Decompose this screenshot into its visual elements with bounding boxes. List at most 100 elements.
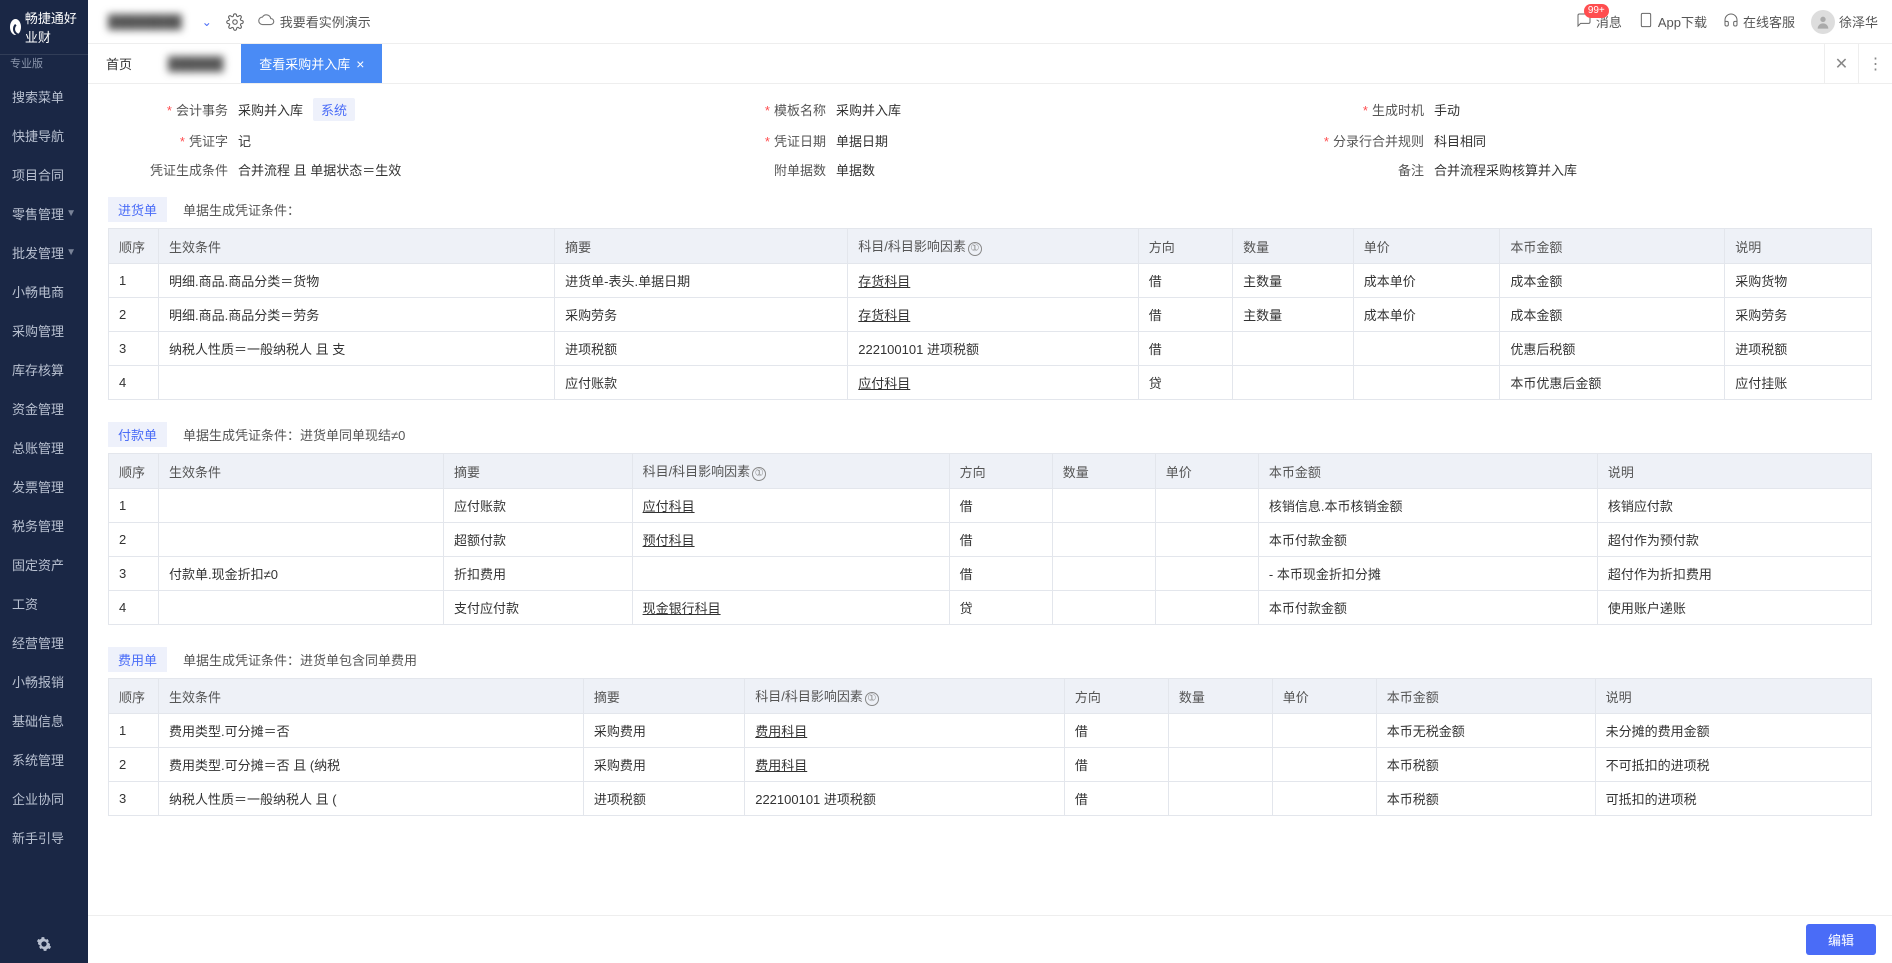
sidebar-item[interactable]: 小畅报销 — [0, 662, 88, 701]
messages-button[interactable]: 99+ 消息 — [1576, 12, 1622, 31]
app-name: 畅捷通好业财 — [25, 8, 78, 46]
close-icon[interactable]: × — [356, 56, 364, 72]
col-header: 顺序 — [109, 679, 159, 714]
phone-icon — [1638, 12, 1654, 31]
subject-link[interactable]: 预付科目 — [643, 533, 695, 548]
col-header: 说明 — [1595, 679, 1871, 714]
sidebar-item[interactable]: 库存核算 — [0, 350, 88, 389]
sidebar-item[interactable]: 发票管理 — [0, 467, 88, 506]
table-row[interactable]: 1明细.商品.商品分类＝货物进货单-表头.单据日期存货科目借主数量成本单价成本金… — [109, 264, 1872, 298]
cell: 1 — [109, 264, 159, 298]
cell: 超付作为折扣费用 — [1597, 557, 1871, 591]
tab-home[interactable]: 首页 — [88, 44, 150, 83]
cloud-icon — [258, 13, 276, 30]
subject-link[interactable]: 存货科目 — [858, 308, 910, 323]
section-title: 费用单 — [108, 647, 167, 672]
cell — [1353, 366, 1500, 400]
cell — [1168, 714, 1272, 748]
sidebar-item[interactable]: 企业协同 — [0, 779, 88, 818]
table-row[interactable]: 3付款单.现金折扣≠0折扣费用借- 本币现金折扣分摊超付作为折扣费用 — [109, 557, 1872, 591]
cell: 进项税额 — [583, 782, 744, 816]
section-condition: 单据生成凭证条件：进货单同单现结≠0 — [183, 425, 405, 444]
val-vdate: 单据日期 — [836, 131, 888, 150]
cell: 成本单价 — [1353, 298, 1500, 332]
sidebar-item[interactable]: 新手引导 — [0, 818, 88, 857]
demo-label: 我要看实例演示 — [280, 12, 371, 31]
close-all-tabs-button[interactable]: ✕ — [1824, 44, 1858, 83]
table-row[interactable]: 1应付账款应付科目借核销信息.本币核销金额核销应付款 — [109, 489, 1872, 523]
sidebar-item[interactable]: 搜索菜单 — [0, 77, 88, 116]
sidebar-item[interactable]: 系统管理 — [0, 740, 88, 779]
cell: - 本币现金折扣分摊 — [1258, 557, 1597, 591]
tabbar-more-button[interactable]: ⋮ — [1858, 44, 1892, 83]
table-row[interactable]: 3纳税人性质＝一般纳税人 且 (进项税额222100101 进项税额借本币税额可… — [109, 782, 1872, 816]
table-row[interactable]: 4支付应付款现金银行科目贷本币付款金额使用账户递账 — [109, 591, 1872, 625]
chevron-down-icon[interactable]: ⌄ — [202, 15, 212, 29]
cell: 成本金额 — [1500, 264, 1725, 298]
sidebar-item[interactable]: 批发管理▼ — [0, 233, 88, 272]
info-icon: ① — [968, 242, 982, 256]
subject-link[interactable]: 费用科目 — [755, 724, 807, 739]
sidebar-item[interactable]: 资金管理 — [0, 389, 88, 428]
table-row[interactable]: 4应付账款应付科目贷本币优惠后金额应付挂账 — [109, 366, 1872, 400]
sidebar-item[interactable]: 零售管理▼ — [0, 194, 88, 233]
cell: 支付应付款 — [443, 591, 632, 625]
cell: 费用类型.可分摊＝否 — [159, 714, 584, 748]
val-tpl: 采购并入库 — [836, 100, 901, 119]
cell: 存货科目 — [848, 298, 1138, 332]
table-row[interactable]: 2超额付款预付科目借本币付款金额超付作为预付款 — [109, 523, 1872, 557]
subject-link[interactable]: 费用科目 — [755, 758, 807, 773]
sidebar-item[interactable]: 总账管理 — [0, 428, 88, 467]
table-row[interactable]: 1费用类型.可分摊＝否采购费用费用科目借本币无税金额未分摊的费用金额 — [109, 714, 1872, 748]
cell — [1272, 714, 1376, 748]
cell — [1155, 523, 1258, 557]
voucher-table: 顺序生效条件摘要科目/科目影响因素①方向数量单价本币金额说明1应付账款应付科目借… — [108, 453, 1872, 625]
cell: 采购劳务 — [555, 298, 848, 332]
cell: 贷 — [949, 591, 1052, 625]
col-header: 科目/科目影响因素① — [745, 679, 1065, 714]
subject-link[interactable]: 应付科目 — [858, 376, 910, 391]
sidebar-item[interactable]: 经营管理 — [0, 623, 88, 662]
col-header: 说明 — [1597, 454, 1871, 489]
logo: 畅捷通好业财 — [0, 0, 88, 55]
sidebar-item[interactable]: 采购管理 — [0, 311, 88, 350]
cell: 主数量 — [1233, 298, 1354, 332]
cell — [1155, 591, 1258, 625]
tab-active-label: 查看采购并入库 — [259, 54, 350, 73]
org-name[interactable]: ████████ — [102, 10, 188, 33]
table-row[interactable]: 2明细.商品.商品分类＝劳务采购劳务存货科目借主数量成本单价成本金额采购劳务 — [109, 298, 1872, 332]
cell — [632, 557, 949, 591]
cell — [159, 591, 444, 625]
cell: 2 — [109, 523, 159, 557]
table-row[interactable]: 2费用类型.可分摊＝否 且 (纳税采购费用费用科目借本币税额不可抵扣的进项税 — [109, 748, 1872, 782]
user-menu[interactable]: 徐泽华 — [1811, 10, 1878, 34]
sidebar-item[interactable]: 工资 — [0, 584, 88, 623]
sidebar-item[interactable]: 快捷导航 — [0, 116, 88, 155]
edit-button[interactable]: 编辑 — [1806, 924, 1876, 955]
service-button[interactable]: 在线客服 — [1723, 12, 1795, 31]
label-vword: 凭证字 — [108, 131, 228, 150]
tab-blurred[interactable]: ██████ — [150, 44, 241, 83]
demo-link[interactable]: 我要看实例演示 — [258, 12, 371, 31]
org-settings-button[interactable] — [226, 13, 244, 31]
subject-link[interactable]: 存货科目 — [858, 274, 910, 289]
download-button[interactable]: App下载 — [1638, 12, 1707, 31]
sidebar-item[interactable]: 基础信息 — [0, 701, 88, 740]
col-header: 生效条件 — [159, 454, 444, 489]
col-header: 说明 — [1725, 229, 1872, 264]
sidebar-item[interactable]: 小畅电商 — [0, 272, 88, 311]
table-row[interactable]: 3纳税人性质＝一般纳税人 且 支进项税额222100101 进项税额借优惠后税额… — [109, 332, 1872, 366]
sidebar-item[interactable]: 税务管理 — [0, 506, 88, 545]
subject-link[interactable]: 现金银行科目 — [643, 601, 721, 616]
val-vword: 记 — [238, 131, 251, 150]
sidebar-item[interactable]: 固定资产 — [0, 545, 88, 584]
cell: 折扣费用 — [443, 557, 632, 591]
subject-link[interactable]: 应付科目 — [643, 499, 695, 514]
settings-button[interactable] — [0, 928, 88, 963]
cell: 进项税额 — [1725, 332, 1872, 366]
gear-icon — [36, 936, 52, 952]
cell: 付款单.现金折扣≠0 — [159, 557, 444, 591]
tab-active[interactable]: 查看采购并入库 × — [241, 44, 382, 83]
sidebar-item[interactable]: 项目合同 — [0, 155, 88, 194]
tabbar: 首页 ██████ 查看采购并入库 × ✕ ⋮ — [88, 44, 1892, 84]
